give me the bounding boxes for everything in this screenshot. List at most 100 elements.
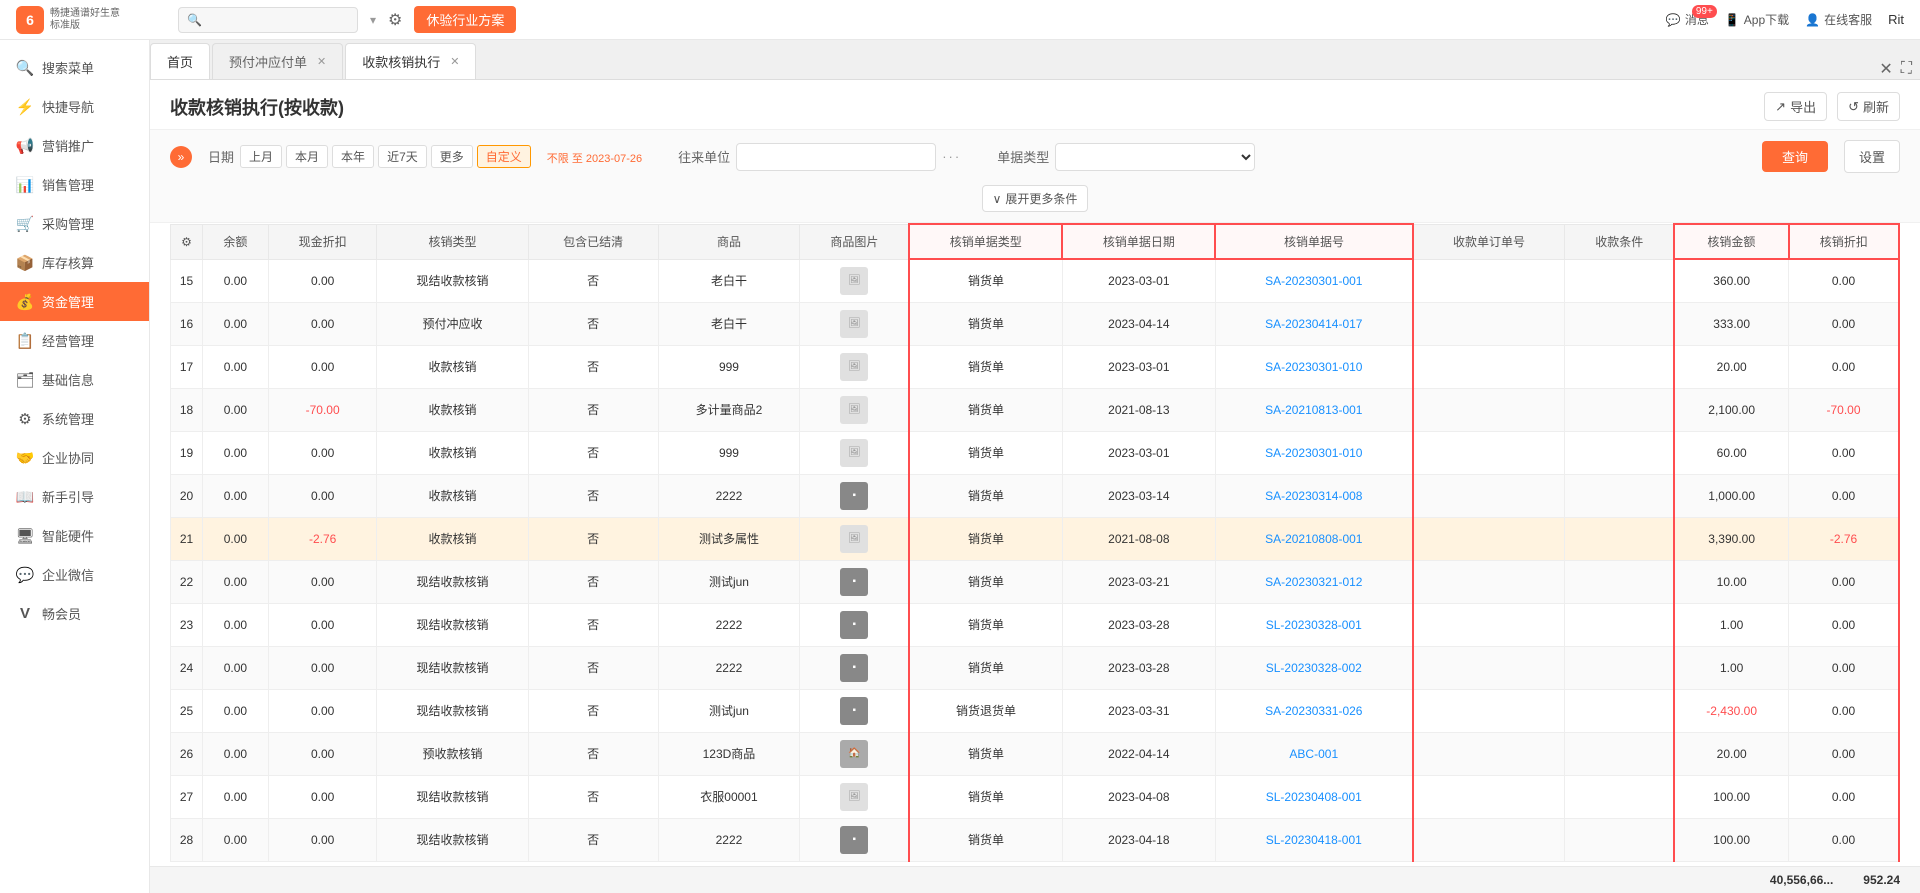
- sidebar-item-purchase[interactable]: 🛒 采购管理: [0, 204, 149, 243]
- cell-goods-img: 🖼: [800, 388, 909, 431]
- cell-bill-no[interactable]: SA-20230321-012: [1215, 560, 1412, 603]
- sidebar-item-operations[interactable]: 📋 经营管理: [0, 321, 149, 360]
- cell-cash-discount: 0.00: [268, 259, 377, 302]
- sidebar-item-vip[interactable]: V 畅会员: [0, 594, 149, 633]
- online-service-button[interactable]: 👤 在线客服: [1805, 11, 1872, 28]
- sidebar-item-inventory[interactable]: 📦 库存核算: [0, 243, 149, 282]
- cell-bill-date: 2023-03-21: [1062, 560, 1215, 603]
- setting-button[interactable]: 设置: [1844, 140, 1900, 173]
- date-this-year-btn[interactable]: 本年: [332, 145, 374, 168]
- date-last-month-btn[interactable]: 上月: [240, 145, 282, 168]
- cell-bill-no[interactable]: SA-20230414-017: [1215, 302, 1412, 345]
- vip-icon: V: [16, 605, 34, 623]
- cell-bill-no[interactable]: SL-20230328-002: [1215, 646, 1412, 689]
- tab-maximize-icon[interactable]: ⛶: [1901, 60, 1912, 78]
- sidebar-item-sales-label: 销售管理: [42, 175, 94, 194]
- cell-bill-no[interactable]: SL-20230418-001: [1215, 818, 1412, 861]
- operations-icon: 📋: [16, 332, 34, 350]
- sidebar-item-hardware-label: 智能硬件: [42, 526, 94, 545]
- cell-receipt-order-no: [1413, 732, 1565, 775]
- cell-id: 18: [171, 388, 203, 431]
- refresh-button[interactable]: ↺ 刷新: [1837, 92, 1900, 121]
- cell-bill-no[interactable]: SA-20230301-010: [1215, 345, 1412, 388]
- cell-bill-no[interactable]: SA-20230314-008: [1215, 474, 1412, 517]
- cell-verify-discount: 0.00: [1789, 431, 1899, 474]
- settings-gear-icon[interactable]: ⚙: [388, 10, 402, 30]
- partner-dots: ···: [942, 149, 961, 164]
- date-custom-btn[interactable]: 自定义: [477, 145, 531, 168]
- cell-verify-type: 现结收款核销: [377, 689, 528, 732]
- top-search-box[interactable]: 🔍: [178, 7, 358, 33]
- date-this-month-btn[interactable]: 本月: [286, 145, 328, 168]
- sidebar-item-marketing[interactable]: 📢 营销推广: [0, 126, 149, 165]
- page-content: 收款核销执行(按收款) ↗ 导出 ↺ 刷新 » 日期: [150, 80, 1920, 893]
- th-settings[interactable]: ⚙: [171, 224, 203, 259]
- query-button[interactable]: 查询: [1762, 141, 1828, 172]
- cell-balance: 0.00: [203, 560, 269, 603]
- cell-bill-no[interactable]: ABC-001: [1215, 732, 1412, 775]
- sidebar-item-inventory-label: 库存核算: [42, 253, 94, 272]
- expand-more-icon: ∨: [993, 192, 1002, 206]
- expand-more-label: 展开更多条件: [1005, 190, 1077, 207]
- cell-bill-date: 2023-03-01: [1062, 345, 1215, 388]
- cell-include-settled: 否: [528, 732, 658, 775]
- sidebar-item-weixin[interactable]: 💬 企业微信: [0, 555, 149, 594]
- export-button[interactable]: ↗ 导出: [1764, 92, 1827, 121]
- cell-receipt-condition: [1565, 474, 1674, 517]
- cell-bill-type: 销货单: [909, 818, 1062, 861]
- cell-verify-amount: 1.00: [1674, 646, 1788, 689]
- cell-id: 24: [171, 646, 203, 689]
- cell-verify-amount: 333.00: [1674, 302, 1788, 345]
- app-download-button[interactable]: 📱 App下载: [1725, 11, 1789, 28]
- industry-solution-button[interactable]: 休验行业方案: [414, 6, 516, 33]
- expand-more-conditions[interactable]: ∨ 展开更多条件: [982, 185, 1089, 212]
- sidebar-item-sales[interactable]: 📊 销售管理: [0, 165, 149, 204]
- user-menu[interactable]: Rit: [1888, 12, 1904, 27]
- tab-home[interactable]: 首页: [150, 43, 210, 79]
- sidebar-item-finance[interactable]: 💰 资金管理: [0, 282, 149, 321]
- sidebar-item-guide[interactable]: 📖 新手引导: [0, 477, 149, 516]
- cell-bill-no[interactable]: SL-20230408-001: [1215, 775, 1412, 818]
- finance-icon: 💰: [16, 293, 34, 311]
- cell-bill-no[interactable]: SL-20230328-001: [1215, 603, 1412, 646]
- sidebar: 🔍 搜索菜单 ⚡ 快捷导航 📢 营销推广 📊 销售管理 🛒 采购管理 📦 库存核…: [0, 40, 150, 893]
- date-7days-btn[interactable]: 近7天: [378, 145, 427, 168]
- cell-include-settled: 否: [528, 603, 658, 646]
- billtype-filter-select[interactable]: [1055, 143, 1255, 171]
- tab-receipt-verify[interactable]: 收款核销执行 ✕: [345, 43, 476, 79]
- sidebar-item-search[interactable]: 🔍 搜索菜单: [0, 48, 149, 87]
- cell-receipt-condition: [1565, 388, 1674, 431]
- cell-receipt-order-no: [1413, 345, 1565, 388]
- cell-bill-no[interactable]: SA-20210813-001: [1215, 388, 1412, 431]
- sidebar-item-collab[interactable]: 🤝 企业协同: [0, 438, 149, 477]
- cell-verify-discount: 0.00: [1789, 732, 1899, 775]
- sidebar-item-system[interactable]: ⚙ 系统管理: [0, 399, 149, 438]
- sidebar-item-hardware[interactable]: 🖥 智能硬件: [0, 516, 149, 555]
- cell-include-settled: 否: [528, 517, 658, 560]
- tab-receipt-verify-close-icon[interactable]: ✕: [450, 55, 459, 68]
- tab-prepay-close-icon[interactable]: ✕: [317, 55, 326, 68]
- cell-bill-date: 2023-04-14: [1062, 302, 1215, 345]
- sidebar-item-quicknav[interactable]: ⚡ 快捷导航: [0, 87, 149, 126]
- filter-bar: » 日期 上月 本月 本年 近7天 更多 自定义 不限 至 202: [150, 130, 1920, 223]
- purchase-icon: 🛒: [16, 215, 34, 233]
- cell-goods: 2222: [658, 603, 800, 646]
- date-more-btn[interactable]: 更多: [431, 145, 473, 168]
- partner-filter-input[interactable]: [736, 143, 936, 171]
- cell-bill-no[interactable]: SA-20230301-010: [1215, 431, 1412, 474]
- cell-goods-img: 🏠: [800, 732, 909, 775]
- tab-close-window-icon[interactable]: ✕: [1879, 59, 1892, 79]
- cell-bill-no[interactable]: SA-20210808-001: [1215, 517, 1412, 560]
- basicinfo-icon: 🗂: [16, 371, 34, 389]
- notifications-button[interactable]: 💬 消息 99+: [1666, 11, 1709, 28]
- cell-bill-no[interactable]: SA-20230331-026: [1215, 689, 1412, 732]
- cell-bill-no[interactable]: SA-20230301-001: [1215, 259, 1412, 302]
- sidebar-item-basicinfo[interactable]: 🗂 基础信息: [0, 360, 149, 399]
- th-balance: 余额: [203, 224, 269, 259]
- tab-prepay[interactable]: 预付冲应付单 ✕: [212, 43, 343, 79]
- cell-receipt-condition: [1565, 560, 1674, 603]
- th-receipt-order-no: 收款单订单号: [1413, 224, 1565, 259]
- cell-receipt-condition: [1565, 646, 1674, 689]
- filter-expand-button[interactable]: »: [170, 146, 192, 168]
- cell-balance: 0.00: [203, 603, 269, 646]
